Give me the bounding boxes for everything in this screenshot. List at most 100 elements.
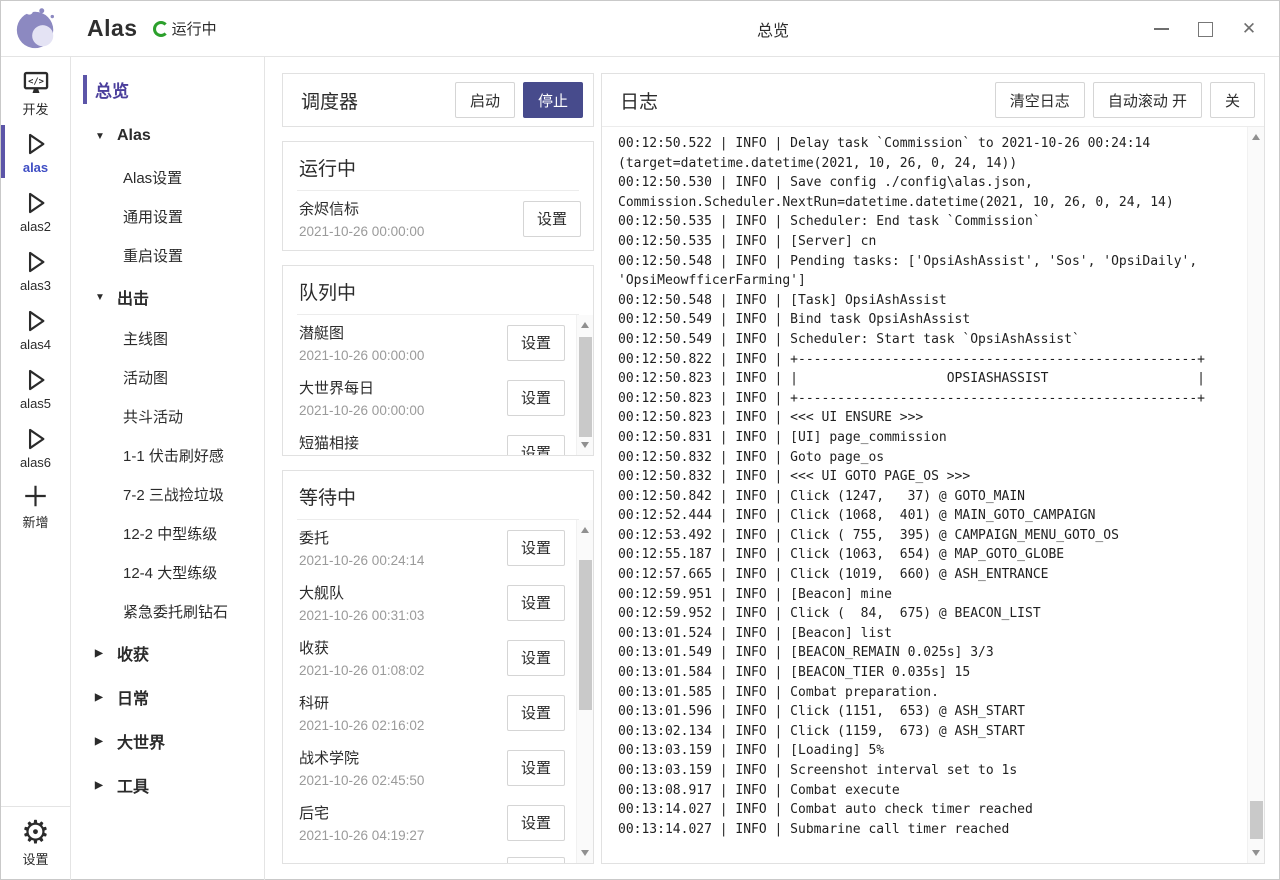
pending-list-wrap: 潜艇图 2021-10-26 00:00:00 设置 大世界每日 2021-10… (283, 315, 593, 455)
task-name: 后宅 (299, 802, 507, 823)
task-settings-button[interactable]: 设置 (507, 695, 565, 731)
task-settings-button[interactable]: 设置 (523, 201, 581, 237)
task-settings-button[interactable]: 设置 (507, 805, 565, 841)
task-settings-button[interactable]: 设置 (507, 857, 565, 863)
task-row: 委托 2021-10-26 00:24:14 设置 (283, 520, 593, 575)
alas-logo-icon (13, 6, 59, 52)
maximize-icon (1198, 22, 1213, 37)
menu-row[interactable]: Alas设置 (71, 158, 264, 197)
rail-item[interactable]: </> alas6 (1, 417, 71, 476)
running-task-list: 余烬信标 2021-10-26 00:00:00 设置 (283, 191, 593, 246)
rail-item[interactable]: </> alas2 (1, 181, 71, 240)
scroll-down-arrow-icon[interactable] (581, 442, 589, 448)
log-line: 00:12:50.535 | INFO | Scheduler: End tas… (618, 212, 1238, 232)
menu-row-label: 紧急委托刷钻石 (123, 601, 228, 622)
rail-item[interactable]: </> 新增 (1, 476, 71, 535)
scheduler-status-label: 运行中 (172, 18, 217, 39)
log-line: 00:12:50.823 | INFO | | OPSIASHASSIST | (618, 369, 1238, 389)
log-line: 00:12:50.832 | INFO | <<< UI GOTO PAGE_O… (618, 467, 1238, 487)
menu-row[interactable]: ▶ 日常 (71, 675, 264, 719)
rail-item[interactable]: </> alas3 (1, 240, 71, 299)
log-line: 00:13:03.159 | INFO | Screenshot interva… (618, 761, 1238, 781)
task-settings-button[interactable]: 设置 (507, 750, 565, 786)
log-line: 00:12:57.665 | INFO | Click (1019, 660) … (618, 565, 1238, 585)
waiting-scrollbar[interactable] (576, 520, 593, 863)
clear-log-button[interactable]: 清空日志 (995, 82, 1085, 118)
task-row: 短猫相接 2021-10-26 00:00:00 设置 (283, 425, 593, 455)
menu-row[interactable]: ▶ 工具 (71, 763, 264, 807)
task-settings-button[interactable]: 设置 (507, 380, 565, 416)
scroll-up-arrow-icon[interactable] (1252, 134, 1260, 140)
rail-item-label: alas6 (20, 455, 51, 470)
log-line: 00:12:50.548 | INFO | Pending tasks: ['O… (618, 252, 1238, 272)
menu-row-label: 活动图 (123, 367, 168, 388)
rail-item[interactable]: </> alas (1, 122, 71, 181)
scroll-up-arrow-icon[interactable] (581, 527, 589, 533)
log-line: 00:12:50.823 | INFO | +-----------------… (618, 389, 1238, 409)
menu-row[interactable]: 7-2 三战捡垃圾 (71, 475, 264, 514)
menu-row[interactable]: ▶ 大世界 (71, 719, 264, 763)
instance-rail: </> 开发 </> (1, 57, 71, 880)
caret-icon: ▶ (95, 736, 117, 747)
menu-row[interactable]: 1-1 伏击刷好感 (71, 436, 264, 475)
play-icon (21, 188, 50, 218)
scheduler-header-card: 调度器 启动 停止 (282, 73, 594, 127)
task-settings-button[interactable]: 设置 (507, 435, 565, 456)
rail-settings-button[interactable]: ⚙ 设置 (1, 806, 71, 880)
task-info: 委托 2021-10-26 00:24:14 (299, 527, 507, 568)
log-line: 00:12:50.831 | INFO | [UI] page_commissi… (618, 428, 1238, 448)
task-name: 战术学院 (299, 747, 507, 768)
task-settings-button[interactable]: 设置 (507, 640, 565, 676)
caret-icon: ▶ (95, 692, 117, 703)
task-settings-button[interactable]: 设置 (507, 325, 565, 361)
scroll-down-arrow-icon[interactable] (581, 850, 589, 856)
rail-item-label: 开发 (22, 99, 48, 118)
task-name: 短猫相接 (299, 432, 507, 453)
menu-item-overview[interactable]: 总览 (71, 71, 264, 108)
menu-row-label: 1-1 伏击刷好感 (123, 445, 224, 466)
scrollbar-thumb[interactable] (1250, 801, 1263, 839)
rail-item[interactable]: </> alas5 (1, 358, 71, 417)
rail-item[interactable]: </> alas4 (1, 299, 71, 358)
rail-item-label: alas (23, 160, 48, 175)
autoscroll-toggle-button[interactable]: 自动滚动 开 (1093, 82, 1202, 118)
menu-row[interactable]: 活动图 (71, 358, 264, 397)
log-line: 00:13:03.159 | INFO | [Loading] 5% (618, 741, 1238, 761)
scheduler-start-button[interactable]: 启动 (455, 82, 515, 118)
waiting-title: 等待中 (283, 471, 593, 519)
caret-icon: ▶ (95, 780, 117, 791)
log-line: 00:12:59.951 | INFO | [Beacon] mine (618, 585, 1238, 605)
log-scrollbar[interactable] (1247, 127, 1264, 863)
menu-row[interactable]: 共斗活动 (71, 397, 264, 436)
menu-row[interactable]: 12-4 大型练级 (71, 553, 264, 592)
menu-row[interactable]: ▶ 收获 (71, 631, 264, 675)
close-button[interactable]: ✕ (1227, 1, 1271, 57)
scroll-up-arrow-icon[interactable] (581, 322, 589, 328)
pending-scrollbar[interactable] (576, 315, 593, 455)
log-off-button[interactable]: 关 (1210, 82, 1255, 118)
menu-row[interactable]: ▼ 出击 (71, 275, 264, 319)
maximize-button[interactable] (1183, 1, 1227, 57)
menu-row[interactable]: 重启设置 (71, 236, 264, 275)
menu-row[interactable]: 主线图 (71, 319, 264, 358)
menu-row[interactable]: 通用设置 (71, 197, 264, 236)
menu-row[interactable]: 紧急委托刷钻石 (71, 592, 264, 631)
task-settings-button[interactable]: 设置 (507, 585, 565, 621)
plus-icon (21, 481, 50, 511)
scrollbar-thumb[interactable] (579, 560, 592, 710)
waiting-task-list: 委托 2021-10-26 00:24:14 设置 大舰队 2021-10-26… (283, 520, 593, 863)
log-line: Commission.Scheduler.NextRun=datetime.da… (618, 193, 1238, 213)
caret-icon: ▶ (95, 648, 117, 659)
scroll-down-arrow-icon[interactable] (1252, 850, 1260, 856)
task-settings-button[interactable]: 设置 (507, 530, 565, 566)
task-next-run-time: 2021-10-26 00:00:00 (299, 224, 523, 239)
scheduler-stop-button[interactable]: 停止 (523, 82, 583, 118)
minimize-button[interactable] (1139, 1, 1183, 57)
running-card: 运行中 余烬信标 2021-10-26 00:00:00 设置 (282, 141, 594, 251)
rail-item[interactable]: </> 开发 (1, 63, 71, 122)
menu-row[interactable]: 12-2 中型练级 (71, 514, 264, 553)
task-name: 商店购买 (299, 862, 507, 863)
scrollbar-thumb[interactable] (579, 337, 592, 437)
menu-row[interactable]: ▼ Alas (71, 114, 264, 158)
task-info: 战术学院 2021-10-26 02:45:50 (299, 747, 507, 788)
